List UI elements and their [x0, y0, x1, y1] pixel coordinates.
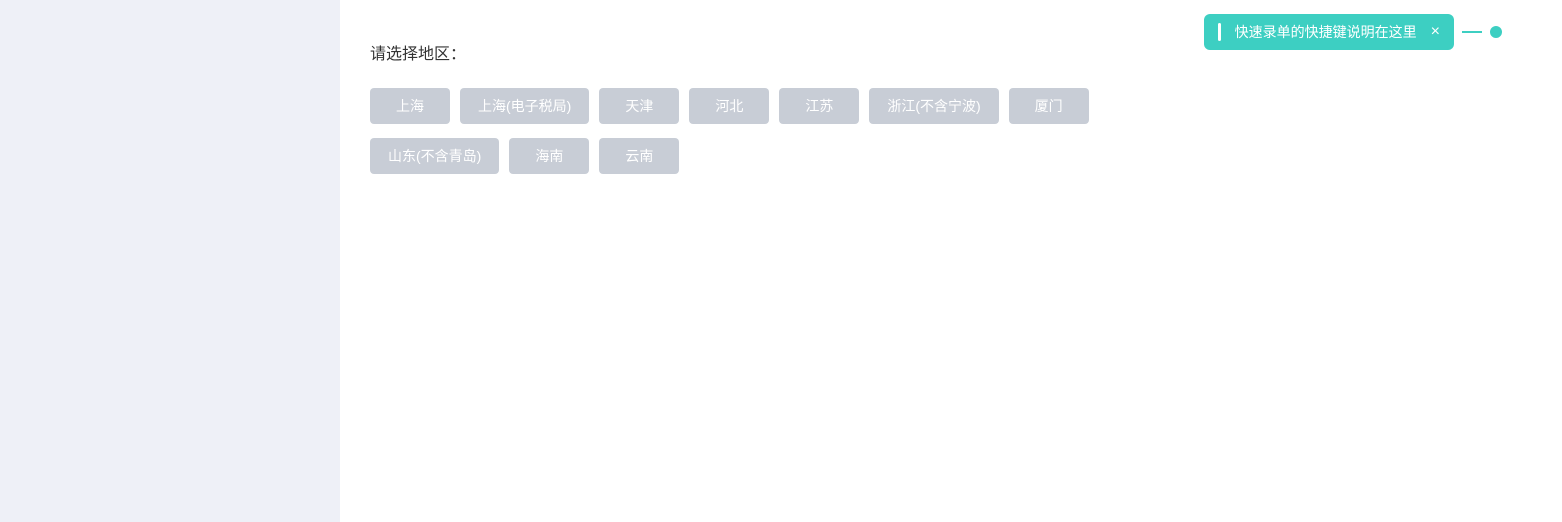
tooltip-dot — [1490, 26, 1502, 38]
region-btn-yunnan[interactable]: 云南 — [599, 138, 679, 174]
region-btn-xiamen[interactable]: 厦门 — [1009, 88, 1089, 124]
region-btn-shanghai-etax[interactable]: 上海(电子税局) — [460, 88, 589, 124]
region-btn-zhejiang[interactable]: 浙江(不含宁波) — [869, 88, 998, 124]
tooltip-line — [1462, 31, 1482, 33]
sidebar — [0, 0, 340, 522]
main-content: 快速录单的快捷键说明在这里 × 请选择地区： 上海 上海(电子税局) 天津 河北… — [340, 0, 1562, 522]
tooltip-container: 快速录单的快捷键说明在这里 × — [1204, 14, 1502, 50]
region-btn-shanghai[interactable]: 上海 — [370, 88, 450, 124]
region-row-2: 山东(不含青岛) 海南 云南 — [370, 138, 1532, 174]
region-btn-jiangsu[interactable]: 江苏 — [779, 88, 859, 124]
tooltip-bubble: 快速录单的快捷键说明在这里 × — [1204, 14, 1454, 50]
tooltip-text: 快速录单的快捷键说明在这里 — [1235, 22, 1417, 42]
region-row-1: 上海 上海(电子税局) 天津 河北 江苏 浙江(不含宁波) 厦门 — [370, 88, 1532, 124]
tooltip-close-button[interactable]: × — [1431, 24, 1440, 40]
region-btn-tianjin[interactable]: 天津 — [599, 88, 679, 124]
region-btn-hebei[interactable]: 河北 — [689, 88, 769, 124]
region-btn-hainan[interactable]: 海南 — [509, 138, 589, 174]
region-btn-shandong[interactable]: 山东(不含青岛) — [370, 138, 499, 174]
